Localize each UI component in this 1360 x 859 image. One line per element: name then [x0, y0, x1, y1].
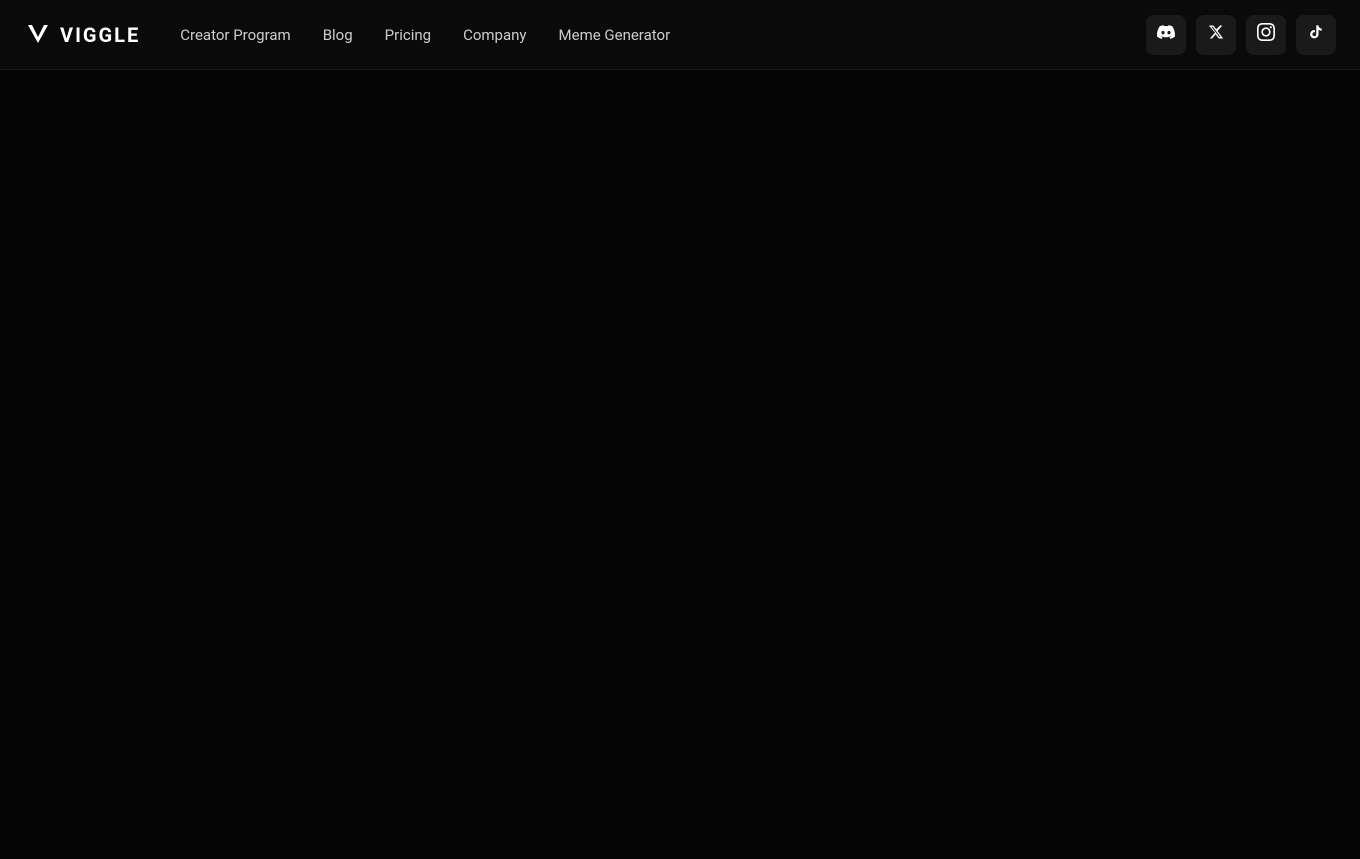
tiktok-icon: [1308, 24, 1324, 45]
nav-creator-program[interactable]: Creator Program: [180, 26, 290, 44]
main-content: [0, 70, 1360, 859]
header-right: [1146, 15, 1336, 55]
twitter-x-icon: [1208, 24, 1224, 45]
logo[interactable]: VIGGLE: [24, 21, 140, 49]
discord-icon: [1157, 23, 1175, 46]
instagram-button[interactable]: [1246, 15, 1286, 55]
nav-company[interactable]: Company: [463, 26, 526, 44]
main-header: VIGGLE Creator Program Blog Pricing Comp…: [0, 0, 1360, 70]
nav-pricing[interactable]: Pricing: [385, 26, 431, 44]
logo-text: VIGGLE: [60, 23, 140, 47]
twitter-button[interactable]: [1196, 15, 1236, 55]
nav-blog[interactable]: Blog: [323, 26, 353, 44]
main-nav: Creator Program Blog Pricing Company Mem…: [180, 26, 670, 44]
header-left: VIGGLE Creator Program Blog Pricing Comp…: [24, 21, 670, 49]
tiktok-button[interactable]: [1296, 15, 1336, 55]
nav-meme-generator[interactable]: Meme Generator: [559, 26, 671, 44]
discord-button[interactable]: [1146, 15, 1186, 55]
instagram-icon: [1257, 23, 1275, 46]
viggle-logo-icon: [24, 21, 52, 49]
